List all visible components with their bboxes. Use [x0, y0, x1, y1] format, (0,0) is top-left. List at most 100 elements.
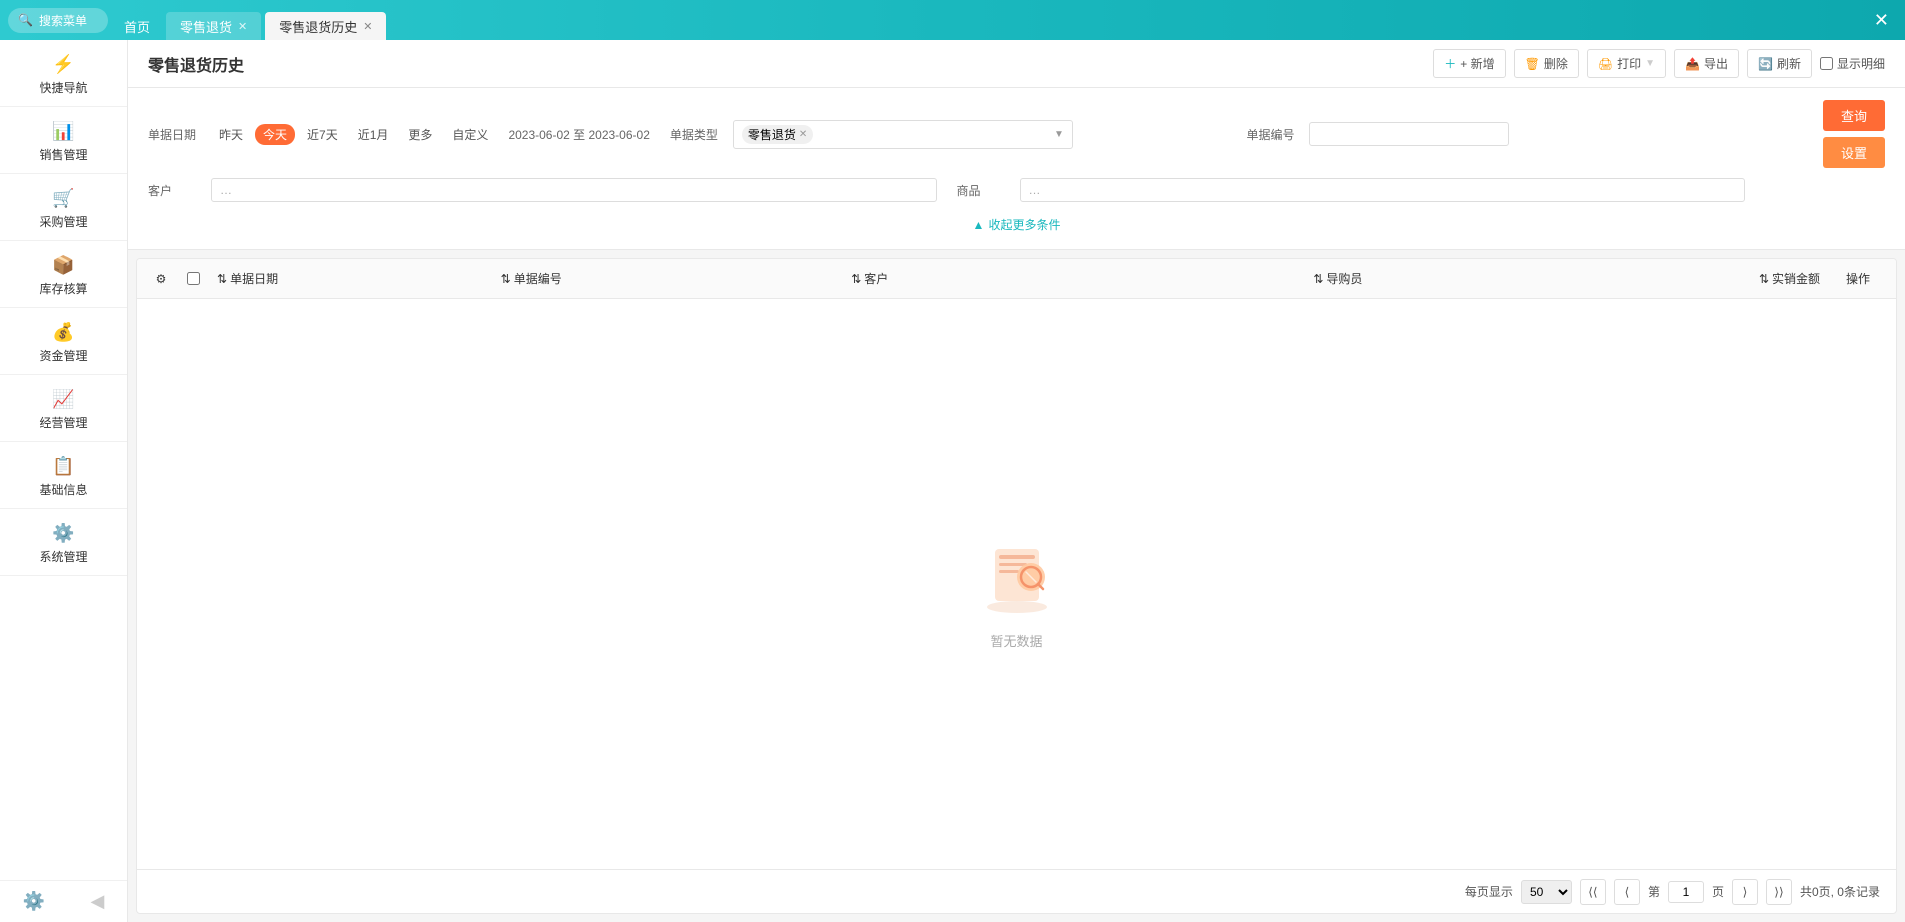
delete-btn[interactable]: 🗑 删除	[1514, 49, 1579, 78]
collapse-sidebar-btn[interactable]: ◀	[90, 891, 104, 912]
show-detail-checkbox[interactable]	[1820, 57, 1833, 70]
collapse-icon: ▲	[973, 218, 985, 232]
refresh-btn[interactable]: 🔄 刷新	[1747, 49, 1812, 78]
bill-type-filter: 单据类型 零售退货 ✕ ▼	[670, 120, 1227, 149]
settings-icon: ⚙	[156, 272, 167, 286]
th-amount[interactable]: ⇅ 实销金额	[1589, 270, 1828, 287]
customer-placeholder: …	[220, 183, 232, 197]
sidebar-item-operations[interactable]: 📈 经营管理	[0, 375, 127, 442]
refresh-icon: 🔄	[1758, 57, 1773, 71]
sidebar-label-basic-info: 基础信息	[39, 481, 87, 498]
page-next-btn[interactable]: ⟩	[1732, 879, 1758, 905]
sidebar-item-system[interactable]: ⚙️ 系统管理	[0, 509, 127, 576]
date-opt-yesterday[interactable]: 昨天	[211, 124, 251, 145]
date-range-display: 2023-06-02 至 2023-06-02	[508, 126, 649, 143]
sidebar-item-inventory[interactable]: 📦 库存核算	[0, 241, 127, 308]
th-checkbox[interactable]	[177, 272, 209, 285]
sidebar-item-quick-nav[interactable]: ⚡ 快捷导航	[0, 40, 127, 107]
empty-text: 暂无数据	[990, 631, 1042, 650]
goods-label: 商品	[957, 182, 1012, 199]
goods-input[interactable]: …	[1020, 178, 1746, 202]
select-all-checkbox[interactable]	[187, 272, 200, 285]
table-area: ⚙ ⇅ 单据日期 ⇅ 单据编号 ⇅ 客户 ⇅	[136, 258, 1897, 914]
print-dropdown-icon: ▼	[1645, 58, 1655, 69]
sidebar-label-operations: 经营管理	[39, 414, 87, 431]
tab-close-history[interactable]: ✕	[363, 20, 372, 33]
bill-no-input[interactable]	[1309, 122, 1509, 146]
sidebar-bottom: ⚙️ ◀	[0, 880, 127, 922]
th-bill-no[interactable]: ⇅ 单据编号	[493, 270, 844, 287]
search-menu[interactable]: 🔍 搜索菜单	[8, 8, 108, 33]
th-guide[interactable]: ⇅ 导购员	[1305, 270, 1589, 287]
sort-icon-bill: ⇅	[501, 272, 511, 286]
export-icon: 📤	[1685, 57, 1700, 71]
th-customer[interactable]: ⇅ 客户	[843, 270, 1305, 287]
page-prev-btn[interactable]: ⟨	[1614, 879, 1640, 905]
date-options: 昨天 今天 近7天 近1月 更多 自定义	[211, 124, 496, 145]
show-detail-toggle[interactable]: 显示明细	[1820, 55, 1885, 72]
print-btn[interactable]: 🖨 打印 ▼	[1587, 49, 1666, 78]
date-opt-more[interactable]: 更多	[400, 124, 440, 145]
filter-row-2: 客户 … 商品 …	[148, 178, 1885, 202]
tab-retail-return[interactable]: 零售退货 ✕	[166, 12, 261, 40]
purchase-icon: 🛒	[52, 188, 74, 209]
bill-no-label: 单据编号	[1246, 126, 1301, 143]
settings-btn[interactable]: ⚙️	[23, 891, 45, 912]
date-opt-today[interactable]: 今天	[255, 124, 295, 145]
export-btn[interactable]: 📤 导出	[1674, 49, 1739, 78]
show-detail-label: 显示明细	[1837, 55, 1885, 72]
date-opt-7days[interactable]: 近7天	[299, 124, 346, 145]
tab-retail-return-history[interactable]: 零售退货历史 ✕	[265, 12, 386, 40]
top-bar-right: ✕	[1866, 10, 1897, 31]
top-bar: 🔍 搜索菜单 首页 零售退货 ✕ 零售退货历史 ✕ ✕	[0, 0, 1905, 40]
query-btn[interactable]: 查询	[1823, 100, 1885, 131]
sidebar-item-basic-info[interactable]: 📋 基础信息	[0, 442, 127, 509]
page-number-input[interactable]	[1668, 881, 1704, 903]
bill-type-input[interactable]: 零售退货 ✕ ▼	[733, 120, 1073, 149]
tab-home[interactable]: 首页	[112, 12, 162, 40]
per-page-select[interactable]: 50 100 200	[1521, 880, 1572, 904]
toolbar: ＋ + 新增 🗑 删除 🖨 打印 ▼ 📤 导出 🔄	[1433, 49, 1885, 78]
th-op: 操作	[1828, 270, 1888, 287]
date-opt-1month[interactable]: 近1月	[350, 124, 397, 145]
th-date[interactable]: ⇅ 单据日期	[209, 270, 493, 287]
bill-date-label: 单据日期	[148, 126, 203, 143]
customer-input[interactable]: …	[211, 178, 937, 202]
filter-row-1: 单据日期 昨天 今天 近7天 近1月 更多 自定义 2023-06-02 至 2…	[148, 100, 1885, 168]
empty-state: 暂无数据	[137, 299, 1896, 869]
bill-type-tag-close[interactable]: ✕	[799, 129, 807, 140]
layout: ⚡ 快捷导航 📊 销售管理 🛒 采购管理 📦 库存核算 💰 资金管理 📈 经营管…	[0, 40, 1905, 922]
delete-icon: 🗑	[1525, 57, 1540, 71]
sidebar-item-finance[interactable]: 💰 资金管理	[0, 308, 127, 375]
system-icon: ⚙️	[52, 523, 74, 544]
set-btn[interactable]: 设置	[1823, 137, 1885, 168]
sidebar-label-finance: 资金管理	[39, 347, 87, 364]
sidebar-item-sales[interactable]: 📊 销售管理	[0, 107, 127, 174]
goods-placeholder: …	[1029, 183, 1041, 197]
search-placeholder: 搜索菜单	[39, 12, 87, 29]
collapse-filter-btn[interactable]: ▲ 收起更多条件	[148, 212, 1885, 237]
search-icon: 🔍	[18, 13, 33, 27]
page-first-btn[interactable]: ⟨⟨	[1580, 879, 1606, 905]
tab-close-retail-return[interactable]: ✕	[238, 20, 247, 33]
window-close-btn[interactable]: ✕	[1866, 10, 1897, 31]
table-header: ⚙ ⇅ 单据日期 ⇅ 单据编号 ⇅ 客户 ⇅	[137, 259, 1896, 299]
operations-icon: 📈	[52, 389, 74, 410]
page-header: 零售退货历史 ＋ + 新增 🗑 删除 🖨 打印 ▼ 📤 导出	[128, 40, 1905, 88]
goods-filter: 商品 …	[957, 178, 1746, 202]
per-page-label: 每页显示	[1465, 883, 1513, 900]
basic-info-icon: 📋	[52, 456, 74, 477]
finance-icon: 💰	[52, 322, 74, 343]
page-last-btn[interactable]: ⟩⟩	[1766, 879, 1792, 905]
sidebar-label-inventory: 库存核算	[39, 280, 87, 297]
bill-type-label: 单据类型	[670, 126, 725, 143]
sidebar-item-purchase[interactable]: 🛒 采购管理	[0, 174, 127, 241]
th-settings[interactable]: ⚙	[145, 272, 177, 286]
new-btn[interactable]: ＋ + 新增	[1433, 49, 1505, 78]
sort-icon-customer: ⇅	[851, 272, 861, 286]
sidebar-label-system: 系统管理	[39, 548, 87, 565]
date-opt-custom[interactable]: 自定义	[444, 124, 496, 145]
page-text: 第	[1648, 883, 1660, 900]
pagination: 每页显示 50 100 200 ⟨⟨ ⟨ 第 页 ⟩ ⟩⟩ 共0页, 0条记录	[137, 869, 1896, 913]
inventory-icon: 📦	[52, 255, 74, 276]
